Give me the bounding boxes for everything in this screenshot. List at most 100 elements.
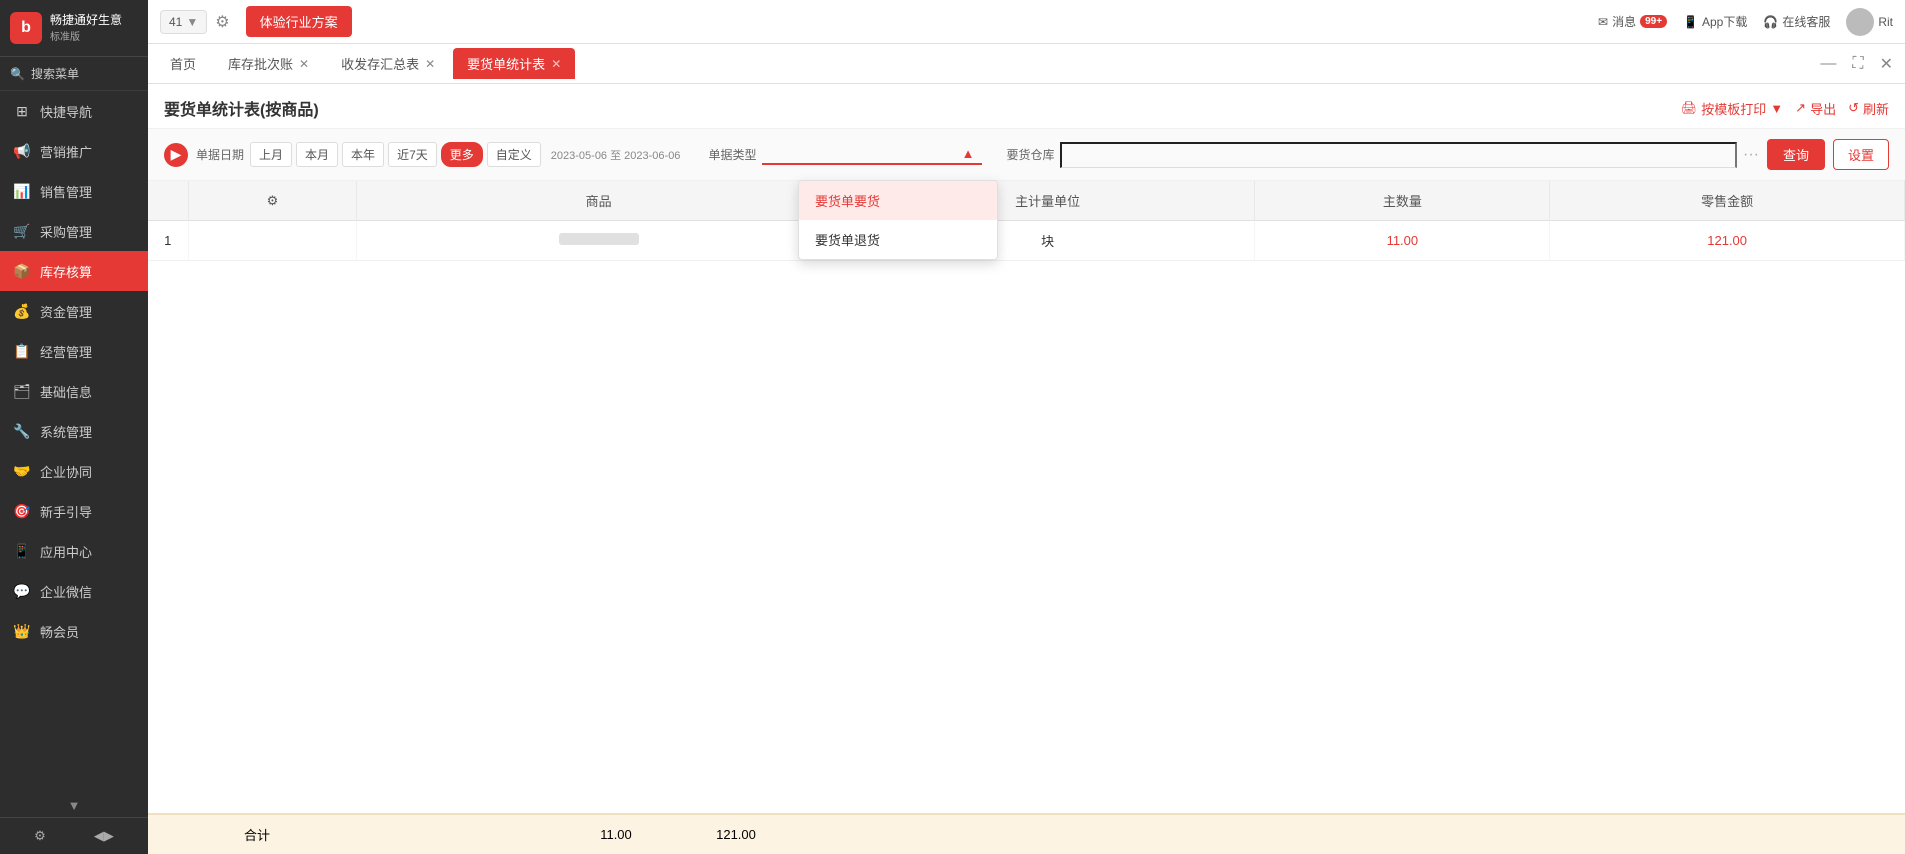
sidebar-nav: ⊞ 快捷导航 📢 营销推广 📊 销售管理 🛒 采购管理 📦 库存核算 💰 资金管… (0, 91, 148, 794)
online-service-btn[interactable]: 🎧 在线客服 (1763, 13, 1830, 30)
date-btn-custom[interactable]: 自定义 (487, 142, 541, 167)
tabs-actions: — ⛶ ✕ (1816, 52, 1897, 76)
wechat-icon: 💬 (12, 581, 32, 601)
tab-receive-summary-close[interactable]: ✕ (425, 57, 435, 71)
col-amount: 零售金额 (1550, 181, 1905, 221)
app-download-btn[interactable]: 📱 App下载 (1683, 13, 1747, 30)
col-quantity: 主数量 (1255, 181, 1550, 221)
sidebar-item-label: 新手引导 (40, 502, 92, 521)
sidebar-item-member[interactable]: 👑 畅会员 (0, 611, 148, 651)
notification-label: 消息 (1612, 13, 1636, 30)
settings-button-filter[interactable]: 设置 (1833, 139, 1889, 170)
date-btn-more[interactable]: 更多 (441, 142, 483, 167)
search-menu[interactable]: 🔍 搜索菜单 (0, 57, 148, 91)
sales-icon: 📊 (12, 181, 32, 201)
print-btn[interactable]: 🖨 按模板打印 ▼ (1681, 99, 1783, 118)
export-label: 导出 (1810, 99, 1836, 118)
tab-order-stats-close[interactable]: ✕ (551, 57, 561, 71)
sidebar-item-basic[interactable]: 🗂 基础信息 (0, 371, 148, 411)
sidebar-item-guide[interactable]: 🎯 新手引导 (0, 491, 148, 531)
export-btn[interactable]: ↗ 导出 (1795, 99, 1836, 118)
page-content: 要货单统计表(按商品) 🖨 按模板打印 ▼ ↗ 导出 ↺ 刷新 ▶ (148, 84, 1905, 854)
query-button[interactable]: 查询 (1767, 139, 1825, 170)
quantity-link[interactable]: 11.00 (1387, 233, 1419, 248)
type-filter-select-box[interactable]: ▲ (762, 144, 982, 165)
warehouse-filter: 要货仓库 ··· (1006, 142, 1759, 168)
sidebar-item-quick-nav[interactable]: ⊞ 快捷导航 (0, 91, 148, 131)
sidebar-item-sales[interactable]: 📊 销售管理 (0, 171, 148, 211)
table-header-row: ⚙ 商品 主计量单位 主数量 零售金额 (148, 181, 1905, 221)
sidebar-item-inventory[interactable]: 📦 库存核算 (0, 251, 148, 291)
app-version: 标准版 (50, 28, 122, 43)
topbar-left: 41 ▼ ⚙ 体验行业方案 (160, 6, 1598, 37)
date-btn-last-month[interactable]: 上月 (250, 142, 292, 167)
date-btn-this-month[interactable]: 本月 (296, 142, 338, 167)
online-service-label: 在线客服 (1782, 13, 1830, 30)
cooperation-icon: 🤝 (12, 461, 32, 481)
topbar-right: ✉ 消息 99+ 📱 App下载 🎧 在线客服 Rit (1598, 8, 1893, 36)
print-label: 按模板打印 (1701, 99, 1766, 118)
dropdown-item-order[interactable]: 要货单要货 (799, 181, 997, 220)
notification-count: 99+ (1640, 15, 1667, 28)
tab-home[interactable]: 首页 (156, 48, 210, 79)
tabs-bar: 首页 库存批次账 ✕ 收发存汇总表 ✕ 要货单统计表 ✕ — ⛶ ✕ (148, 44, 1905, 84)
tab-order-stats[interactable]: 要货单统计表 ✕ (453, 48, 575, 79)
tab-close-all-btn[interactable]: ✕ (1876, 52, 1897, 76)
sidebar-item-label: 快捷导航 (40, 102, 92, 121)
store-number: 41 (169, 15, 182, 29)
notification-btn[interactable]: ✉ 消息 99+ (1598, 13, 1667, 30)
marketing-icon: 📢 (12, 141, 32, 161)
message-icon: ✉ (1598, 15, 1608, 29)
table-footer: 合计 11.00 121.00 (148, 813, 1905, 854)
tab-order-stats-label: 要货单统计表 (467, 54, 545, 73)
dropdown-item-return[interactable]: 要货单退货 (799, 220, 997, 259)
filter-expand-btn[interactable]: ▶ (164, 143, 188, 167)
quick-nav-icon: ⊞ (12, 101, 32, 121)
type-filter-chevron-up[interactable]: ▲ (962, 146, 975, 161)
table-wrapper: ⚙ 商品 主计量单位 主数量 零售金额 1 块 (148, 181, 1905, 813)
col-seq (148, 181, 188, 221)
sidebar-scroll-down[interactable]: ▼ (0, 794, 148, 817)
col-settings[interactable]: ⚙ (188, 181, 357, 221)
sidebar-item-label: 企业微信 (40, 582, 92, 601)
row-amount: 121.00 (1550, 221, 1905, 261)
type-filter-input[interactable] (770, 146, 961, 161)
amount-link[interactable]: 121.00 (1707, 233, 1747, 248)
tab-batch-account-close[interactable]: ✕ (299, 57, 309, 71)
sidebar-item-wechat[interactable]: 💬 企业微信 (0, 571, 148, 611)
table-row: 1 块 11.00 121.00 (148, 221, 1905, 261)
app-logo: b 畅捷通好生意 标准版 (0, 0, 148, 57)
tab-batch-account[interactable]: 库存批次账 ✕ (214, 48, 323, 79)
sidebar-item-app-center[interactable]: 📱 应用中心 (0, 531, 148, 571)
sidebar: b 畅捷通好生意 标准版 🔍 搜索菜单 ⊞ 快捷导航 📢 营销推广 📊 销售管理… (0, 0, 148, 854)
print-dropdown-icon: ▼ (1770, 101, 1783, 116)
store-selector[interactable]: 41 ▼ (160, 10, 207, 34)
refresh-btn[interactable]: ↺ 刷新 (1848, 99, 1889, 118)
sidebar-item-system[interactable]: 🔧 系统管理 (0, 411, 148, 451)
warehouse-filter-label: 要货仓库 (1006, 146, 1054, 163)
sidebar-item-operation[interactable]: 📋 经营管理 (0, 331, 148, 371)
headset-icon: 🎧 (1763, 15, 1778, 29)
tab-home-label: 首页 (170, 54, 196, 73)
sidebar-item-marketing[interactable]: 📢 营销推广 (0, 131, 148, 171)
warehouse-filter-input[interactable] (1060, 142, 1737, 168)
sidebar-item-purchase[interactable]: 🛒 采购管理 (0, 211, 148, 251)
tab-minimize-btn[interactable]: — (1816, 52, 1840, 76)
collapse-button[interactable]: ◀▶ (94, 828, 114, 844)
table-body: 1 块 11.00 121.00 (148, 221, 1905, 261)
user-profile[interactable]: Rit (1846, 8, 1893, 36)
date-btn-this-year[interactable]: 本年 (342, 142, 384, 167)
tab-maximize-btn[interactable]: ⛶ (1848, 52, 1867, 76)
tab-receive-summary[interactable]: 收发存汇总表 ✕ (327, 48, 449, 79)
gear-settings-icon[interactable]: ⚙ (215, 12, 229, 32)
basic-icon: 🗂 (12, 381, 32, 401)
search-menu-label: 搜索菜单 (31, 65, 79, 82)
date-btn-recent7[interactable]: 近7天 (388, 142, 437, 167)
date-quick-btns: 上月 本月 本年 近7天 更多 自定义 (250, 142, 541, 167)
filter-more-icon[interactable]: ··· (1743, 146, 1759, 164)
settings-button[interactable]: ⚙ (34, 828, 46, 844)
sidebar-item-cooperation[interactable]: 🤝 企业协同 (0, 451, 148, 491)
sidebar-item-finance[interactable]: 💰 资金管理 (0, 291, 148, 331)
user-avatar (1846, 8, 1874, 36)
industry-btn[interactable]: 体验行业方案 (246, 6, 352, 37)
